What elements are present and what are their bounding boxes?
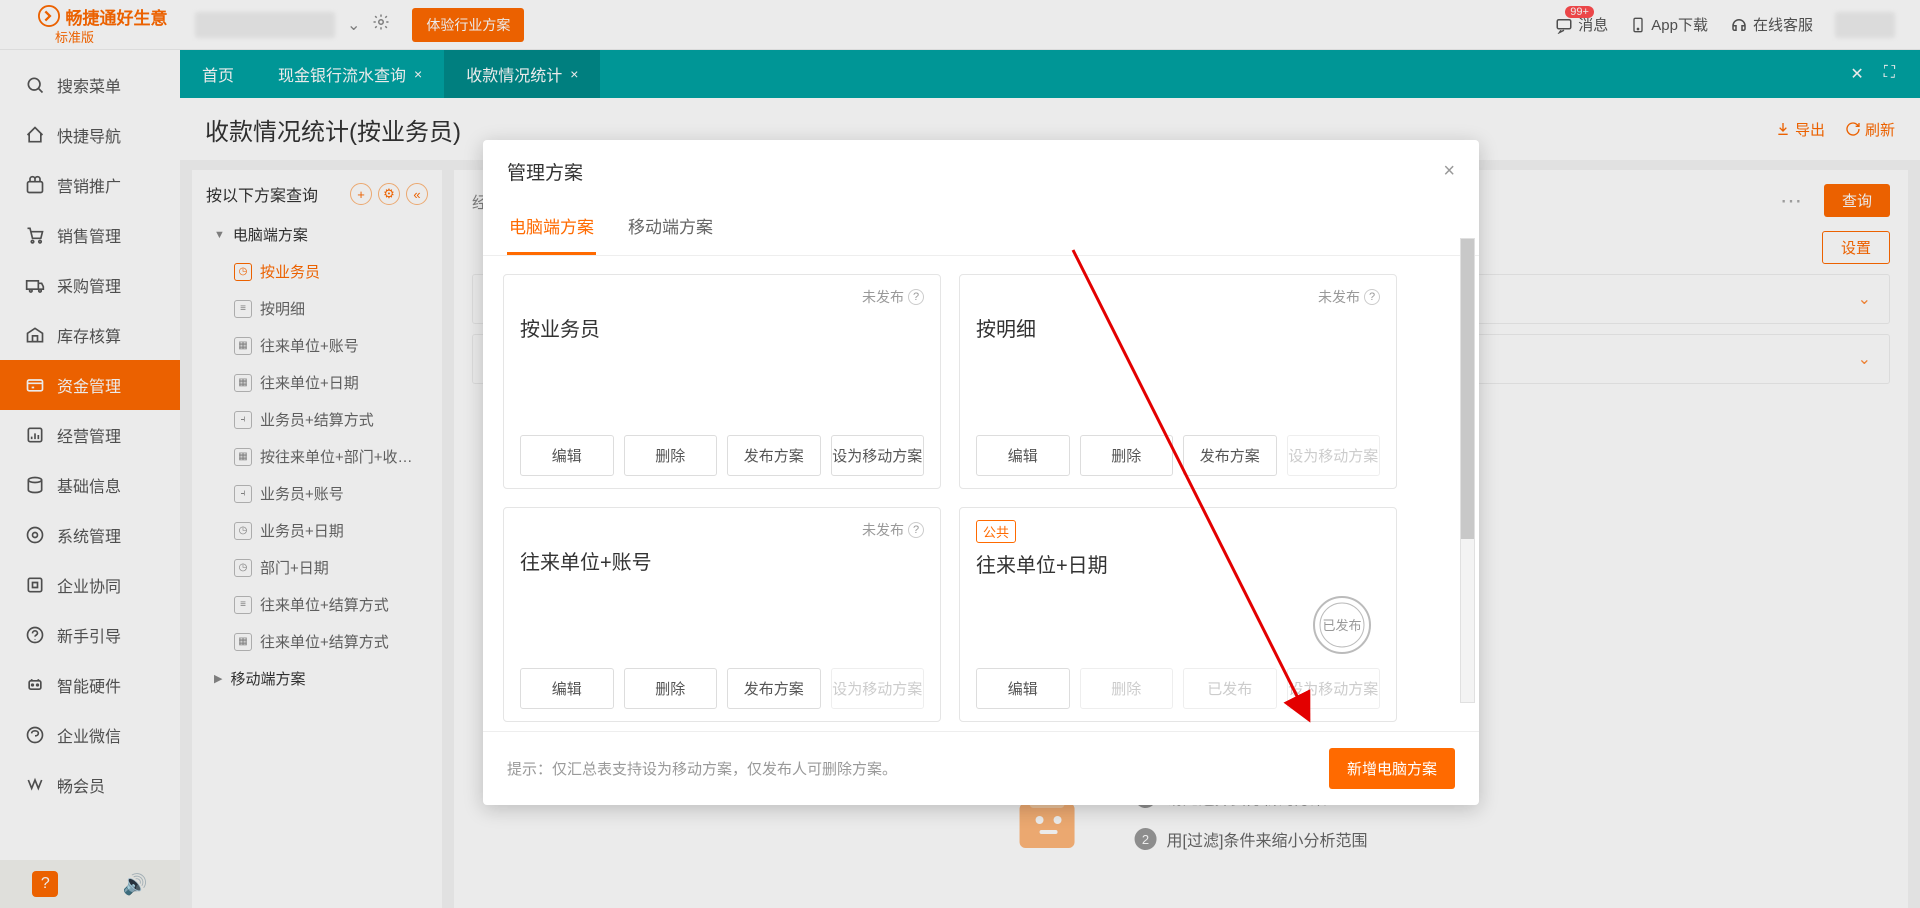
svg-text:已发布: 已发布 (1322, 618, 1361, 633)
publish-button[interactable]: 发布方案 (727, 435, 821, 476)
card-title: 往来单位+账号 (520, 546, 924, 575)
delete-button: 删除 (1080, 668, 1174, 709)
delete-button[interactable]: 删除 (1080, 435, 1174, 476)
published-button: 已发布 (1183, 668, 1277, 709)
modal-title: 管理方案 (507, 158, 583, 185)
scrollbar[interactable] (1460, 238, 1475, 703)
publish-button[interactable]: 发布方案 (727, 668, 821, 709)
public-tag: 公共 (976, 520, 1016, 543)
status-badge: 未发布 (862, 287, 904, 307)
set-mobile-button: 设为移动方案 (1287, 435, 1381, 476)
card-title: 按明细 (976, 313, 1380, 342)
card-title: 按业务员 (520, 313, 924, 342)
edit-button[interactable]: 编辑 (520, 668, 614, 709)
edit-button[interactable]: 编辑 (976, 435, 1070, 476)
manage-scheme-modal: 管理方案 × 电脑端方案 移动端方案 未发布? 按业务员 编辑 删除 发布方案 … (483, 140, 1479, 805)
delete-button[interactable]: 删除 (624, 435, 718, 476)
scheme-card: 未发布? 按业务员 编辑 删除 发布方案 设为移动方案 (503, 274, 941, 489)
modal-tab-desktop[interactable]: 电脑端方案 (507, 203, 596, 255)
modal-tab-mobile[interactable]: 移动端方案 (626, 203, 715, 255)
info-icon[interactable]: ? (1364, 289, 1380, 305)
status-badge: 未发布 (862, 520, 904, 540)
edit-button[interactable]: 编辑 (520, 435, 614, 476)
set-mobile-button: 设为移动方案 (1287, 668, 1381, 709)
info-icon[interactable]: ? (908, 289, 924, 305)
scheme-card: 未发布? 按明细 编辑 删除 发布方案 设为移动方案 (959, 274, 1397, 489)
delete-button[interactable]: 删除 (624, 668, 718, 709)
edit-button[interactable]: 编辑 (976, 668, 1070, 709)
modal-body: 未发布? 按业务员 编辑 删除 发布方案 设为移动方案 未发布? 按明细 编辑 … (483, 256, 1479, 731)
publish-button[interactable]: 发布方案 (1183, 435, 1277, 476)
set-mobile-button: 设为移动方案 (831, 668, 925, 709)
scheme-card: 公共 往来单位+日期 已发布 编辑 删除 已发布 设为移动方案 (959, 507, 1397, 722)
modal-hint: 提示：仅汇总表支持设为移动方案，仅发布人可删除方案。 (507, 758, 897, 779)
published-stamp-icon: 已发布 (1310, 593, 1374, 657)
scheme-card: 未发布? 往来单位+账号 编辑 删除 发布方案 设为移动方案 (503, 507, 941, 722)
status-badge: 未发布 (1318, 287, 1360, 307)
close-icon[interactable]: × (1443, 160, 1455, 183)
card-title: 往来单位+日期 (976, 549, 1380, 578)
set-mobile-button[interactable]: 设为移动方案 (831, 435, 925, 476)
add-desktop-scheme-button[interactable]: 新增电脑方案 (1329, 748, 1455, 789)
info-icon[interactable]: ? (908, 522, 924, 538)
scrollbar-thumb[interactable] (1461, 239, 1474, 539)
